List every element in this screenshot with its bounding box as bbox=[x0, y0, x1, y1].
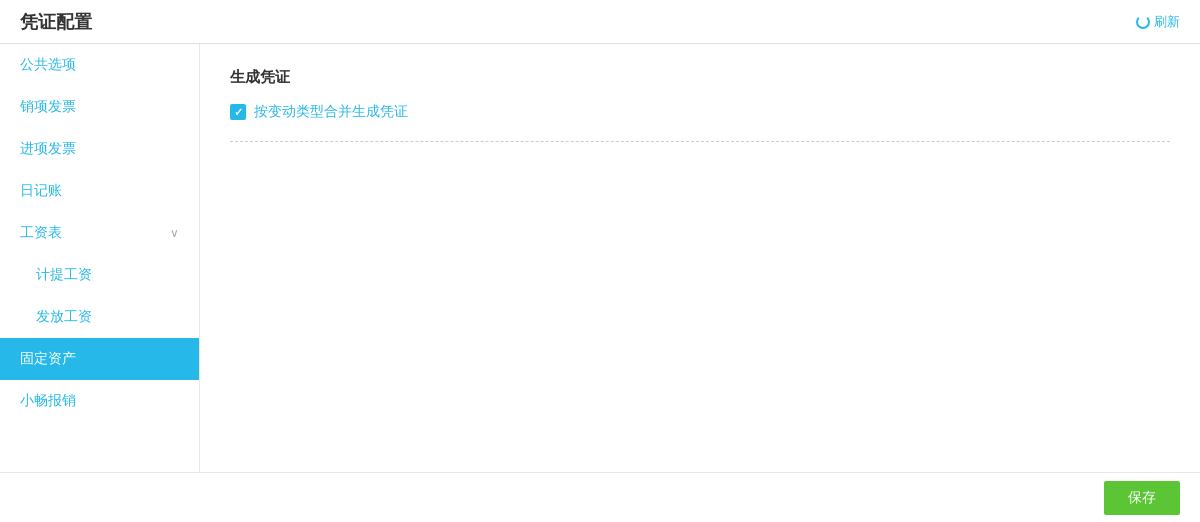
checkbox-row: 按变动类型合并生成凭证 bbox=[230, 103, 1170, 121]
sidebar-item-label: 小畅报销 bbox=[20, 392, 76, 410]
merge-checkbox[interactable] bbox=[230, 104, 246, 120]
section-divider bbox=[230, 141, 1170, 142]
page-wrapper: 凭证配置 刷新 公共选项销项发票进项发票日记账工资表 ∨ 计提工资发放工资固定资产小… bbox=[0, 0, 1200, 522]
sidebar-item-label: 计提工资 bbox=[36, 266, 92, 284]
sidebar-item-label: 日记账 bbox=[20, 182, 62, 200]
sidebar-item-pay-payroll[interactable]: 发放工资 bbox=[0, 296, 199, 338]
sidebar-item-journal[interactable]: 日记账 bbox=[0, 170, 199, 212]
merge-checkbox-label: 按变动类型合并生成凭证 bbox=[254, 103, 408, 121]
refresh-icon bbox=[1136, 15, 1150, 29]
header: 凭证配置 刷新 bbox=[0, 0, 1200, 44]
chevron-down-icon: ∨ bbox=[170, 226, 179, 240]
page-title: 凭证配置 bbox=[20, 10, 92, 34]
sidebar-item-label: 固定资产 bbox=[20, 350, 76, 368]
sidebar-item-label: 工资表 bbox=[20, 224, 62, 242]
main-content: 生成凭证 按变动类型合并生成凭证 bbox=[200, 44, 1200, 472]
refresh-label: 刷新 bbox=[1154, 13, 1180, 31]
section-title: 生成凭证 bbox=[230, 68, 1170, 87]
save-button[interactable]: 保存 bbox=[1104, 481, 1180, 515]
sidebar-item-fixed-assets[interactable]: 固定资产 bbox=[0, 338, 199, 380]
sidebar-item-public-options[interactable]: 公共选项 bbox=[0, 44, 199, 86]
sidebar: 公共选项销项发票进项发票日记账工资表 ∨ 计提工资发放工资固定资产小畅报销 bbox=[0, 44, 200, 472]
sidebar-item-sales-invoice[interactable]: 销项发票 bbox=[0, 86, 199, 128]
sidebar-item-expense-claim[interactable]: 小畅报销 bbox=[0, 380, 199, 422]
sidebar-item-label: 公共选项 bbox=[20, 56, 76, 74]
sidebar-item-purchase-invoice[interactable]: 进项发票 bbox=[0, 128, 199, 170]
sidebar-item-calc-payroll[interactable]: 计提工资 bbox=[0, 254, 199, 296]
sidebar-item-label: 发放工资 bbox=[36, 308, 92, 326]
footer: 保存 bbox=[0, 472, 1200, 522]
sidebar-item-label: 销项发票 bbox=[20, 98, 76, 116]
sidebar-item-label: 进项发票 bbox=[20, 140, 76, 158]
refresh-button[interactable]: 刷新 bbox=[1136, 13, 1180, 31]
body: 公共选项销项发票进项发票日记账工资表 ∨ 计提工资发放工资固定资产小畅报销 生成凭证… bbox=[0, 44, 1200, 472]
sidebar-item-payroll[interactable]: 工资表 ∨ bbox=[0, 212, 199, 254]
